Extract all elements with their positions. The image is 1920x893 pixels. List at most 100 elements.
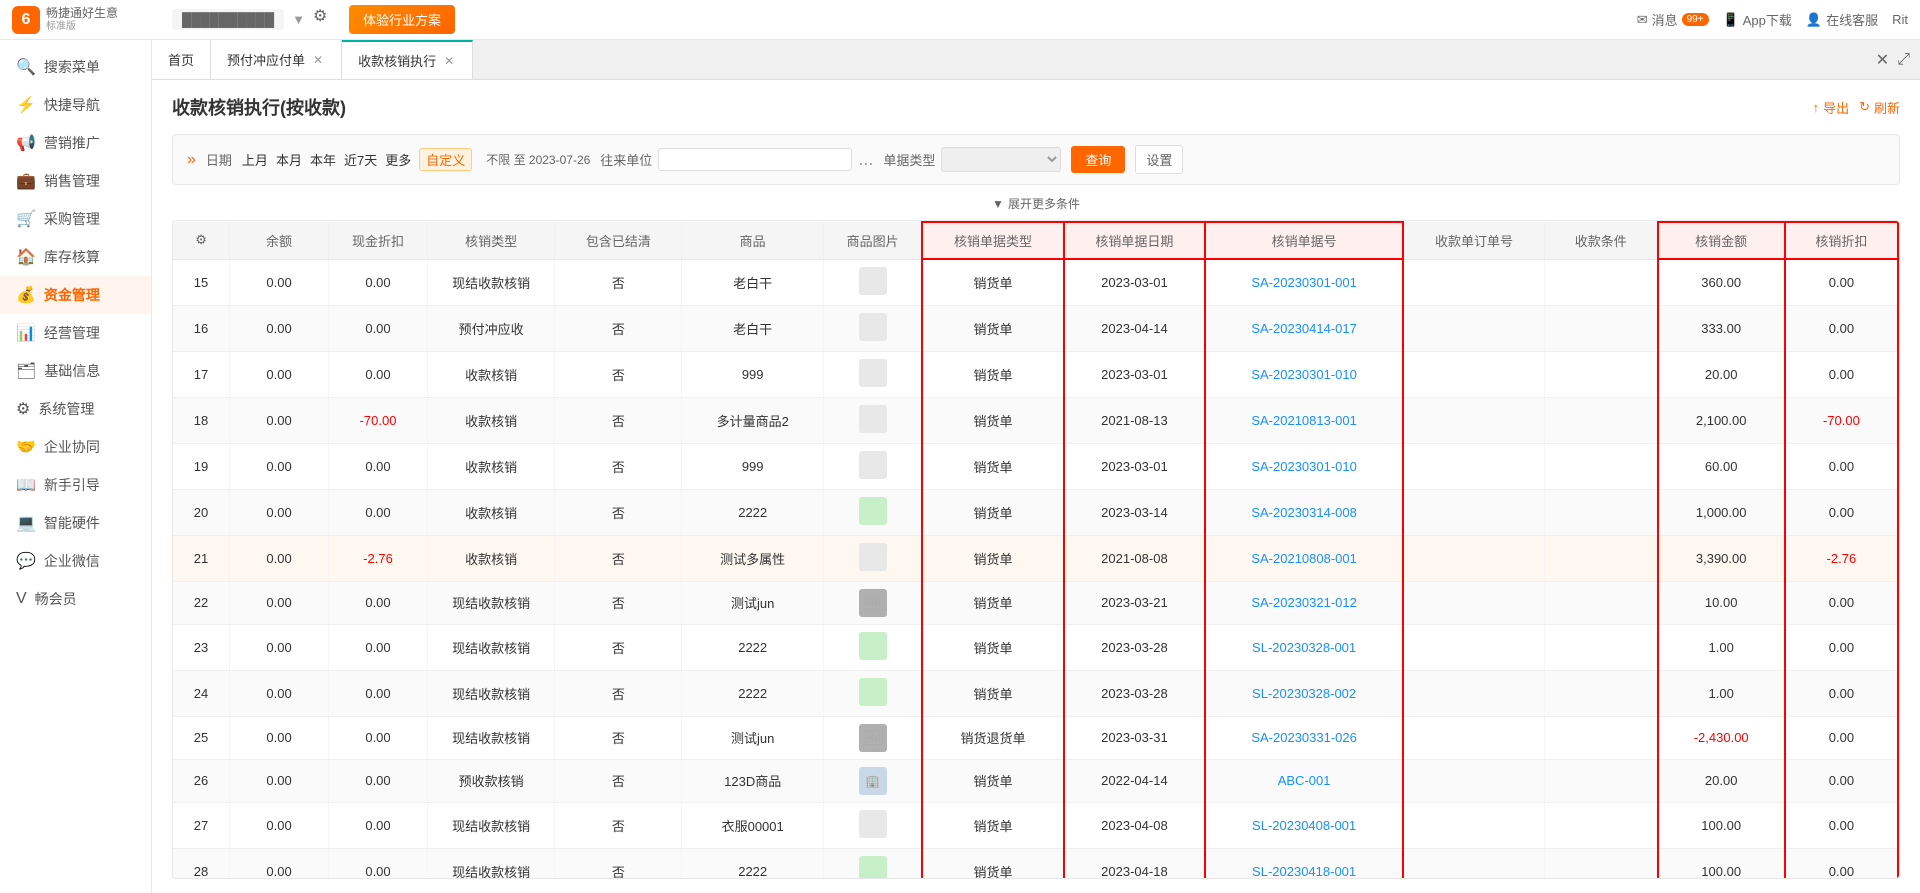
date-link-this-month[interactable]: 本月 xyxy=(276,150,302,169)
cell-balance: 0.00 xyxy=(230,397,329,443)
cell-receiptOrderNum xyxy=(1403,351,1544,397)
product-image-thumb xyxy=(859,451,887,479)
cell-xhNum[interactable]: SL-20230408-001 xyxy=(1205,802,1403,848)
cell-xhDiscount: 0.00 xyxy=(1785,670,1898,716)
cell-includeSettled: 否 xyxy=(555,305,682,351)
cell-xhAmount: 100.00 xyxy=(1658,848,1785,879)
date-link-this-year[interactable]: 本年 xyxy=(310,150,336,169)
sidebar-item-经营管理[interactable]: 📊经营管理 xyxy=(0,314,151,352)
cell-xhNum[interactable]: SA-20230301-010 xyxy=(1205,443,1403,489)
cell-cashDiscount: 0.00 xyxy=(329,624,428,670)
tab-预付冲应付单[interactable]: 预付冲应付单✕ xyxy=(211,40,342,79)
trial-button[interactable]: 体验行业方案 xyxy=(349,5,455,34)
table-row: 200.000.00收款核销否2222销货单2023-03-14SA-20230… xyxy=(173,489,1898,535)
sidebar-item-基础信息[interactable]: 🗂基础信息 xyxy=(0,352,151,390)
sidebar-icon: 🛒 xyxy=(16,209,36,229)
cell-verifyType: 收款核销 xyxy=(427,535,554,581)
col-header-receiptCondition: 收款条件 xyxy=(1544,222,1657,259)
table-row: 150.000.00现结收款核销否老白干销货单2023-03-01SA-2023… xyxy=(173,259,1898,305)
sidebar-item-库存核算[interactable]: 🏠库存核算 xyxy=(0,238,151,276)
sidebar-item-销售管理[interactable]: 💼销售管理 xyxy=(0,162,151,200)
message-btn[interactable]: ✉ 消息 99+ xyxy=(1637,10,1709,29)
chevron-down-icon: ▼ xyxy=(292,12,305,27)
cell-xhDiscount: 0.00 xyxy=(1785,716,1898,759)
sidebar-item-搜索菜单[interactable]: 🔍搜索菜单 xyxy=(0,48,151,86)
cell-goods: 2222 xyxy=(682,489,823,535)
cell-goodsImage: 🖼 xyxy=(823,716,922,759)
search-button[interactable]: 查询 xyxy=(1071,146,1125,173)
cell-receiptOrderNum xyxy=(1403,305,1544,351)
sidebar-item-系统管理[interactable]: ⚙系统管理 xyxy=(0,390,151,428)
settings-icon[interactable]: ⚙ xyxy=(313,6,341,34)
refresh-button[interactable]: ↻ 刷新 xyxy=(1859,98,1900,117)
cell-xhDiscount: 0.00 xyxy=(1785,802,1898,848)
cell-xhType: 销货单 xyxy=(922,397,1063,443)
cell-xhNum[interactable]: SA-20230301-001 xyxy=(1205,259,1403,305)
cell-xhNum[interactable]: SA-20230301-010 xyxy=(1205,351,1403,397)
col-header-xhType: 核销单据类型 xyxy=(922,222,1063,259)
date-link-more[interactable]: 更多 xyxy=(385,150,411,169)
online-service-btn[interactable]: 👤 在线客服 xyxy=(1806,10,1878,29)
cell-xhNum[interactable]: SA-20210808-001 xyxy=(1205,535,1403,581)
cell-xhNum[interactable]: SA-20230321-012 xyxy=(1205,581,1403,624)
date-link-7days[interactable]: 近7天 xyxy=(344,150,377,169)
counterparty-dots[interactable]: ... xyxy=(858,149,873,170)
user-area[interactable]: Rit xyxy=(1892,12,1908,27)
sidebar-item-label: 采购管理 xyxy=(44,209,100,229)
bill-type-select[interactable] xyxy=(941,147,1061,172)
cell-xhDate: 2023-03-01 xyxy=(1064,443,1205,489)
expand-conditions-button[interactable]: ▼ 展开更多条件 xyxy=(992,195,1080,212)
sidebar-item-畅会员[interactable]: V畅会员 xyxy=(0,580,151,618)
close-window-icon[interactable]: ✕ xyxy=(1876,50,1889,70)
sidebar-item-企业协同[interactable]: 🤝企业协同 xyxy=(0,428,151,466)
tab-首页[interactable]: 首页 xyxy=(152,40,211,79)
sidebar-item-企业微信[interactable]: 💬企业微信 xyxy=(0,542,151,580)
cell-xhNum[interactable]: SL-20230328-001 xyxy=(1205,624,1403,670)
sidebar-item-智能硬件[interactable]: 💻智能硬件 xyxy=(0,504,151,542)
sidebar-item-营销推广[interactable]: 📢营销推广 xyxy=(0,124,151,162)
company-name[interactable]: ██████████ xyxy=(172,9,284,30)
cell-xhType: 销货单 xyxy=(922,848,1063,879)
tab-收款核销执行[interactable]: 收款核销执行✕ xyxy=(342,40,473,79)
chevron-down-icon: ▼ xyxy=(992,197,1004,211)
maximize-icon[interactable]: ⤢ xyxy=(1897,51,1910,69)
cell-xhDate: 2023-03-28 xyxy=(1064,670,1205,716)
cell-xhDiscount: -2.76 xyxy=(1785,535,1898,581)
cell-receiptOrderNum xyxy=(1403,581,1544,624)
sidebar-item-快捷导航[interactable]: ⚡快捷导航 xyxy=(0,86,151,124)
cell-balance: 0.00 xyxy=(230,670,329,716)
sidebar-item-资金管理[interactable]: 💰资金管理 xyxy=(0,276,151,314)
tab-close-icon[interactable]: ✕ xyxy=(442,52,456,70)
cell-goods: 多计量商品2 xyxy=(682,397,823,443)
cell-xhNum[interactable]: SA-20210813-001 xyxy=(1205,397,1403,443)
cell-no: 26 xyxy=(173,759,230,802)
date-link-prev-month[interactable]: 上月 xyxy=(242,150,268,169)
cell-receiptOrderNum xyxy=(1403,716,1544,759)
cell-no: 25 xyxy=(173,716,230,759)
cell-xhType: 销货单 xyxy=(922,802,1063,848)
export-button[interactable]: ↑ 导出 xyxy=(1813,98,1850,117)
sidebar-item-采购管理[interactable]: 🛒 采购管理 xyxy=(0,200,151,238)
cell-xhNum[interactable]: SL-20230328-002 xyxy=(1205,670,1403,716)
column-settings-button[interactable]: 设置 xyxy=(1135,145,1183,174)
cell-xhNum[interactable]: SL-20230418-001 xyxy=(1205,848,1403,879)
filter-expand-icon[interactable]: » xyxy=(187,151,196,169)
tab-bar-right: ✕⤢ xyxy=(1866,40,1920,79)
table-row: 210.00-2.76收款核销否测试多属性销货单2021-08-08SA-202… xyxy=(173,535,1898,581)
cell-xhNum[interactable]: SA-20230331-026 xyxy=(1205,716,1403,759)
cell-goodsImage: 🖼 xyxy=(823,581,922,624)
cell-xhDiscount: 0.00 xyxy=(1785,259,1898,305)
cell-cashDiscount: 0.00 xyxy=(329,259,428,305)
app-download-btn[interactable]: 📱 App下载 xyxy=(1723,10,1792,29)
cell-balance: 0.00 xyxy=(230,581,329,624)
date-link-custom[interactable]: 自定义 xyxy=(419,148,472,171)
cell-xhNum[interactable]: SA-20230414-017 xyxy=(1205,305,1403,351)
sidebar-item-label: 销售管理 xyxy=(44,171,100,191)
sidebar-item-新手引导[interactable]: 📖新手引导 xyxy=(0,466,151,504)
cell-goods: 测试多属性 xyxy=(682,535,823,581)
counterparty-input[interactable] xyxy=(658,148,852,171)
tab-close-icon[interactable]: ✕ xyxy=(311,51,325,69)
cell-receiptOrderNum xyxy=(1403,624,1544,670)
cell-xhNum[interactable]: SA-20230314-008 xyxy=(1205,489,1403,535)
cell-xhNum[interactable]: ABC-001 xyxy=(1205,759,1403,802)
